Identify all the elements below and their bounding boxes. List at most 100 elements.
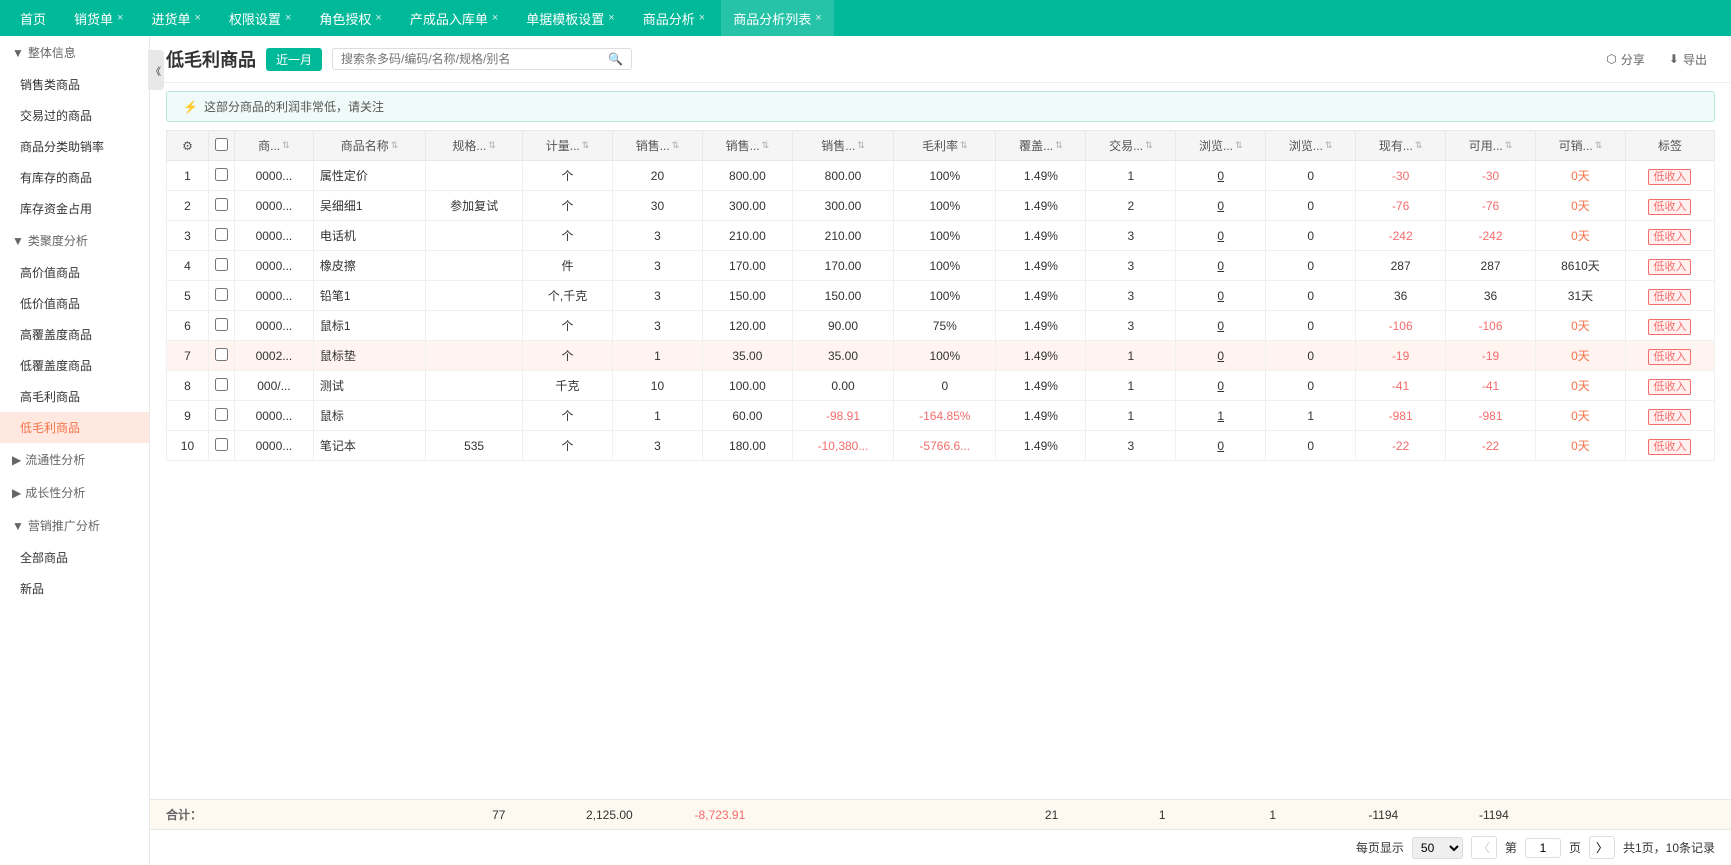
col-name[interactable]: 商品名称⇅	[313, 131, 425, 161]
row-checkbox[interactable]	[215, 228, 228, 241]
row-checkbox-cell[interactable]	[208, 251, 234, 281]
sidebar-item-high-coverage[interactable]: 高覆盖度商品	[0, 319, 149, 350]
col-tag[interactable]: 标签	[1625, 131, 1714, 161]
nav-roles[interactable]: 角色授权 ×	[307, 0, 393, 36]
row-tag: 低收入	[1625, 161, 1714, 191]
col-gross-margin[interactable]: 毛利率⇅	[894, 131, 996, 161]
nav-purchase[interactable]: 进货单 ×	[139, 0, 212, 36]
col-view1[interactable]: 浏览...⇅	[1176, 131, 1266, 161]
col-checkbox[interactable]	[208, 131, 234, 161]
row-checkbox-cell[interactable]	[208, 161, 234, 191]
row-checkbox-cell[interactable]	[208, 281, 234, 311]
select-all-checkbox[interactable]	[215, 138, 228, 151]
sidebar-item-low-margin[interactable]: 低毛利商品	[0, 412, 149, 443]
sidebar-item-traded-products[interactable]: 交易过的商品	[0, 100, 149, 131]
col-coverage[interactable]: 覆盖...⇅	[996, 131, 1086, 161]
row-view1[interactable]: 0	[1176, 281, 1266, 311]
row-checkbox-cell[interactable]	[208, 371, 234, 401]
next-page-button[interactable]: 〉	[1589, 836, 1615, 859]
sidebar-item-high-margin[interactable]: 高毛利商品	[0, 381, 149, 412]
row-view1[interactable]: 0	[1176, 221, 1266, 251]
col-view2[interactable]: 浏览...⇅	[1266, 131, 1356, 161]
row-view1[interactable]: 0	[1176, 251, 1266, 281]
row-checkbox-cell[interactable]	[208, 191, 234, 221]
nav-close-product-analysis[interactable]: ×	[699, 12, 705, 24]
col-available[interactable]: 可用...⇅	[1446, 131, 1536, 161]
row-view1[interactable]: 0	[1176, 431, 1266, 461]
nav-home[interactable]: 首页	[8, 0, 58, 36]
row-checkbox[interactable]	[215, 318, 228, 331]
search-icon[interactable]: 🔍	[608, 52, 623, 66]
row-checkbox[interactable]	[215, 168, 228, 181]
row-view1[interactable]: 0	[1176, 161, 1266, 191]
sidebar-item-inventory-capital[interactable]: 库存资金占用	[0, 193, 149, 224]
col-current-stock[interactable]: 现有...⇅	[1356, 131, 1446, 161]
col-settings[interactable]: ⚙	[167, 131, 209, 161]
row-tag: 低收入	[1625, 221, 1714, 251]
share-button[interactable]: ⬡ 分享	[1598, 47, 1653, 72]
row-checkbox[interactable]	[215, 198, 228, 211]
nav-product-analysis[interactable]: 商品分析 ×	[631, 0, 717, 36]
nav-close-product-entry[interactable]: ×	[492, 12, 498, 24]
row-checkbox[interactable]	[215, 258, 228, 271]
sidebar-section-cluster[interactable]: ▼ 类聚度分析	[0, 224, 149, 257]
nav-close-template[interactable]: ×	[608, 12, 614, 24]
sidebar-item-sales-products[interactable]: 销售类商品	[0, 69, 149, 100]
nav-close-sales[interactable]: ×	[117, 12, 123, 24]
sidebar-item-high-value[interactable]: 高价值商品	[0, 257, 149, 288]
page-size-select[interactable]: 50 100 200	[1412, 837, 1463, 859]
search-input[interactable]	[341, 52, 604, 66]
row-view1[interactable]: 0	[1176, 371, 1266, 401]
row-checkbox[interactable]	[215, 378, 228, 391]
sidebar-item-low-value[interactable]: 低价值商品	[0, 288, 149, 319]
sidebar-section-marketing[interactable]: ▼ 营销推广分析	[0, 509, 149, 542]
sidebar-section-overall[interactable]: ▼ 整体信息	[0, 36, 149, 69]
nav-product-analysis-list[interactable]: 商品分析列表 ×	[721, 0, 833, 36]
row-checkbox[interactable]	[215, 408, 228, 421]
col-sellable[interactable]: 可销...⇅	[1536, 131, 1626, 161]
table-row: 2 0000... 吴细细1 参加复试 个 30 300.00 300.00 1…	[167, 191, 1715, 221]
nav-sales[interactable]: 销货单 ×	[62, 0, 135, 36]
export-button[interactable]: ⬇ 导出	[1661, 47, 1715, 72]
row-view1[interactable]: 1	[1176, 401, 1266, 431]
sidebar-item-in-stock[interactable]: 有库存的商品	[0, 162, 149, 193]
nav-permissions[interactable]: 权限设置 ×	[217, 0, 303, 36]
row-checkbox[interactable]	[215, 438, 228, 451]
row-name: 属性定价	[313, 161, 425, 191]
col-code[interactable]: 商...⇅	[234, 131, 313, 161]
row-checkbox-cell[interactable]	[208, 221, 234, 251]
sidebar-collapse-button[interactable]: 《	[150, 50, 164, 90]
row-checkbox[interactable]	[215, 288, 228, 301]
page-input[interactable]	[1525, 838, 1561, 858]
row-view1[interactable]: 0	[1176, 341, 1266, 371]
col-trade[interactable]: 交易...⇅	[1086, 131, 1176, 161]
nav-close-purchase[interactable]: ×	[194, 12, 200, 24]
col-unit[interactable]: 计量...⇅	[523, 131, 613, 161]
col-sales-price[interactable]: 销售...⇅	[702, 131, 792, 161]
period-button[interactable]: 近一月	[266, 48, 322, 71]
sidebar-item-all-products[interactable]: 全部商品	[0, 542, 149, 573]
row-checkbox[interactable]	[215, 348, 228, 361]
col-spec[interactable]: 规格...⇅	[426, 131, 523, 161]
nav-close-roles[interactable]: ×	[375, 12, 381, 24]
nav-product-entry[interactable]: 产成品入库单 ×	[398, 0, 510, 36]
row-view2: 1	[1266, 401, 1356, 431]
nav-close-product-analysis-list[interactable]: ×	[815, 12, 821, 24]
row-view1[interactable]: 0	[1176, 311, 1266, 341]
row-checkbox-cell[interactable]	[208, 431, 234, 461]
nav-template[interactable]: 单据模板设置 ×	[514, 0, 626, 36]
nav-close-permissions[interactable]: ×	[285, 12, 291, 24]
col-sales-profit[interactable]: 销售...⇅	[792, 131, 893, 161]
row-checkbox-cell[interactable]	[208, 311, 234, 341]
sidebar-section-liquidity[interactable]: ▶ 流通性分析	[0, 443, 149, 476]
prev-page-button[interactable]: 〈	[1471, 836, 1497, 859]
row-view1[interactable]: 0	[1176, 191, 1266, 221]
row-checkbox-cell[interactable]	[208, 401, 234, 431]
col-sales-qty[interactable]: 销售...⇅	[613, 131, 703, 161]
sidebar-section-growth[interactable]: ▶ 成长性分析	[0, 476, 149, 509]
row-checkbox-cell[interactable]	[208, 341, 234, 371]
sidebar-item-low-coverage[interactable]: 低覆盖度商品	[0, 350, 149, 381]
sidebar-item-category-sales-rate[interactable]: 商品分类助销率	[0, 131, 149, 162]
row-trade: 3	[1086, 221, 1176, 251]
sidebar-item-new-products[interactable]: 新品	[0, 573, 149, 604]
